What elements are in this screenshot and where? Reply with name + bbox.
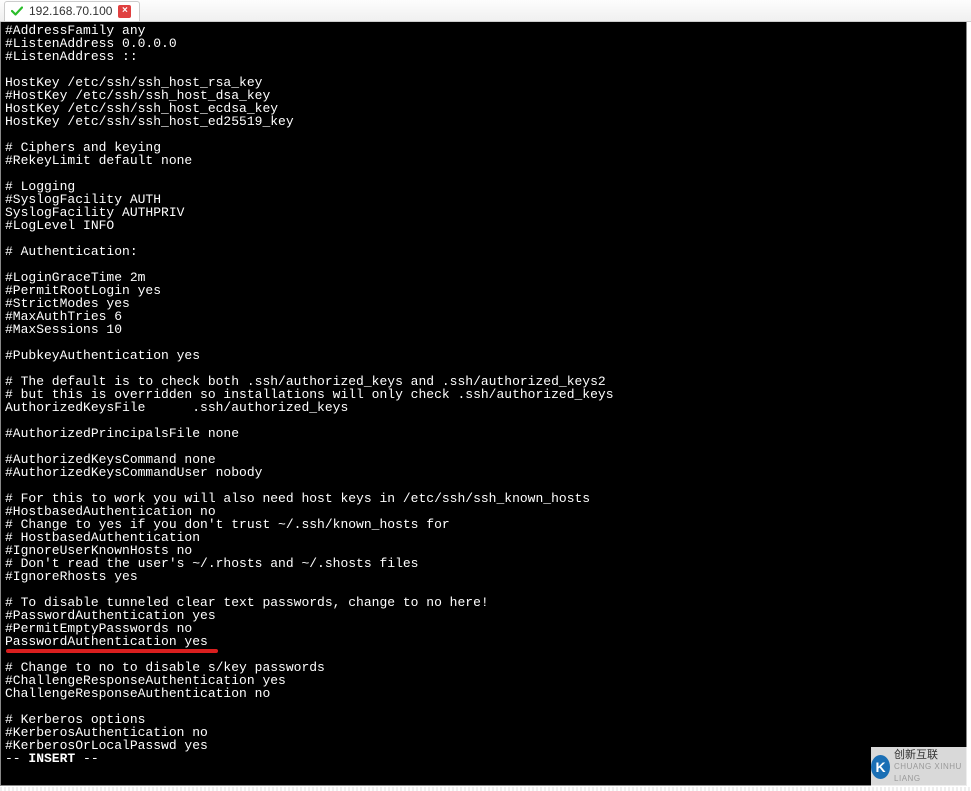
terminal-line: #PermitRootLogin yes [5, 284, 962, 297]
watermark-logo-icon: K [871, 755, 890, 779]
editor-mode-line: -- INSERT -- [5, 752, 962, 765]
terminal-line: #AuthorizedKeysCommandUser nobody [5, 466, 962, 479]
terminal-line: SyslogFacility AUTHPRIV [5, 206, 962, 219]
terminal-line: HostKey /etc/ssh/ssh_host_ed25519_key [5, 115, 962, 128]
terminal-line: #AuthorizedPrincipalsFile none [5, 427, 962, 440]
terminal-line: #KerberosOrLocalPasswd yes [5, 739, 962, 752]
terminal-line [5, 167, 962, 180]
terminal-line: # Don't read the user's ~/.rhosts and ~/… [5, 557, 962, 570]
terminal-line: #MaxSessions 10 [5, 323, 962, 336]
terminal-line: #LogLevel INFO [5, 219, 962, 232]
terminal-line: #RekeyLimit default none [5, 154, 962, 167]
terminal-line: ChallengeResponseAuthentication no [5, 687, 962, 700]
terminal-line: #IgnoreRhosts yes [5, 570, 962, 583]
terminal-line: #MaxAuthTries 6 [5, 310, 962, 323]
terminal-line: #ListenAddress 0.0.0.0 [5, 37, 962, 50]
tab-bar: 192.168.70.100 × [0, 0, 971, 22]
terminal-line: #StrictModes yes [5, 297, 962, 310]
connection-tab[interactable]: 192.168.70.100 × [4, 1, 140, 21]
watermark: K 创新互联 CHUANG XINHU LIANG [871, 747, 971, 787]
close-icon[interactable]: × [118, 5, 131, 18]
terminal-viewport[interactable]: #AddressFamily any#ListenAddress 0.0.0.0… [0, 22, 967, 786]
annotation-underline [6, 649, 218, 653]
terminal-line: # Authentication: [5, 245, 962, 258]
terminal-line: #PubkeyAuthentication yes [5, 349, 962, 362]
bottom-strip [0, 787, 971, 791]
terminal-line: AuthorizedKeysFile .ssh/authorized_keys [5, 401, 962, 414]
terminal-line [5, 700, 962, 713]
connected-icon [11, 5, 23, 17]
terminal-line: #ListenAddress :: [5, 50, 962, 63]
watermark-text-cn: 创新互联 [894, 749, 971, 761]
watermark-text-en: CHUANG XINHU LIANG [894, 761, 971, 785]
terminal-line [5, 258, 962, 271]
terminal-line [5, 232, 962, 245]
terminal-line: PasswordAuthentication yes [5, 635, 962, 648]
tab-title: 192.168.70.100 [29, 4, 112, 18]
